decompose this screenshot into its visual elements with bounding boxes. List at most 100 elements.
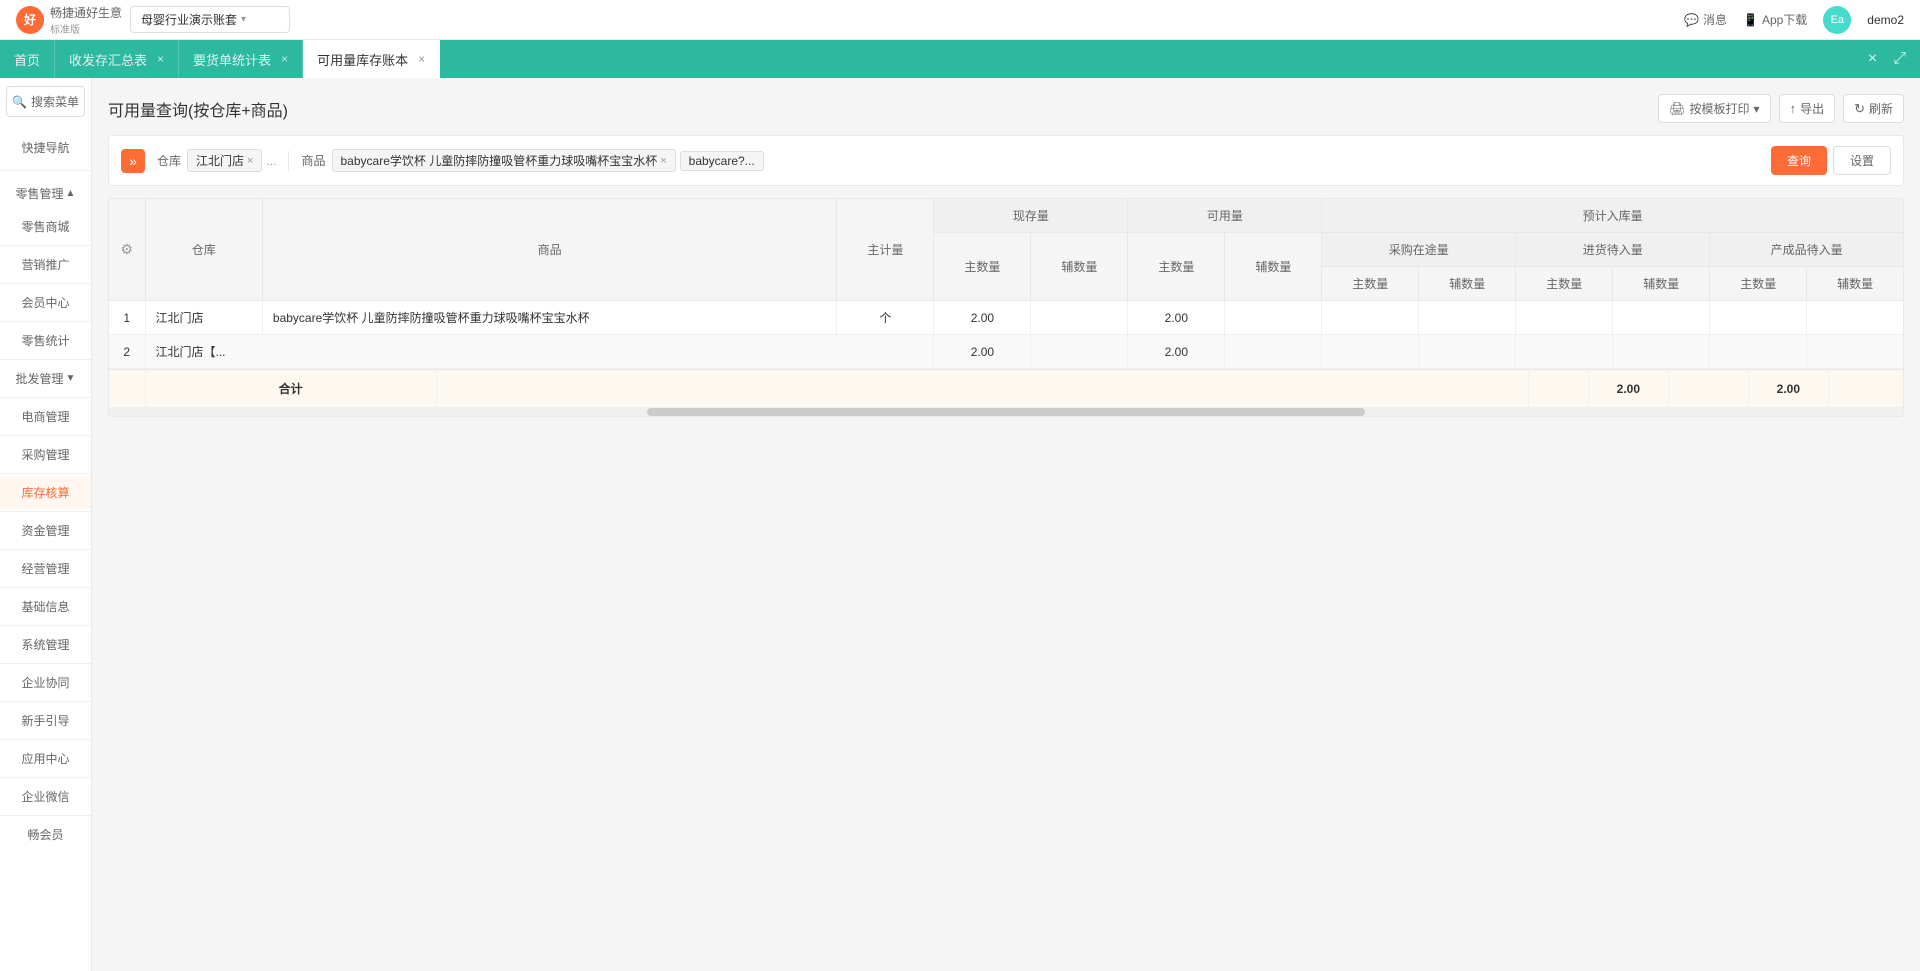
- receipts-tab-close[interactable]: ×: [157, 52, 164, 66]
- total-available-main: 2.00: [1748, 370, 1828, 408]
- row-warehouse: 江北门店: [145, 301, 262, 335]
- message-icon: 💬: [1684, 13, 1699, 27]
- product-filter-label: 商品: [301, 152, 325, 169]
- search-icon: 🔍: [12, 95, 27, 109]
- tab-expand-button[interactable]: ⤢: [1889, 46, 1910, 72]
- th-production-main: 主数量: [1710, 267, 1807, 301]
- sidebar-item-wholesale-mgmt[interactable]: 批发管理 ▼: [0, 362, 91, 395]
- sidebar-item-retail-stats[interactable]: 零售统计: [0, 324, 91, 357]
- tab-inventory[interactable]: 可用量库存账本 ×: [303, 40, 440, 78]
- username-label: demo2: [1867, 13, 1904, 27]
- sidebar-item-member[interactable]: 会员中心: [0, 286, 91, 319]
- settings-button[interactable]: 设置: [1833, 146, 1891, 175]
- table-container: ⚙ 仓库 商品 主计量 现存量 可用量 预计入库量 主数量: [108, 198, 1904, 417]
- subtotal-stock-main: 2.00: [934, 335, 1031, 369]
- page-container: 可用量查询(按仓库+商品) 🖨 按模板打印 ▾ ↑ 导出 ↻ 刷新: [92, 78, 1920, 433]
- sidebar-item-system[interactable]: 系统管理: [0, 628, 91, 661]
- print-button[interactable]: 🖨 按模板打印 ▾: [1658, 94, 1771, 123]
- store-name: 母婴行业演示账套: [141, 11, 237, 28]
- th-available-aux: 辅数量: [1225, 233, 1322, 301]
- th-available-group: 可用量: [1128, 199, 1322, 233]
- total-stock-aux: [1668, 370, 1748, 408]
- sidebar-item-basic-info[interactable]: 基础信息: [0, 590, 91, 623]
- inventory-table: ⚙ 仓库 商品 主计量 现存量 可用量 预计入库量 主数量: [109, 199, 1903, 369]
- tab-close-all-button[interactable]: ×: [1864, 46, 1881, 72]
- sidebar-item-enterprise[interactable]: 企业协同: [0, 666, 91, 699]
- bottom-scrollbar[interactable]: [109, 408, 1903, 416]
- store-selector[interactable]: 母婴行业演示账套 ▾: [130, 6, 290, 33]
- page-actions: 🖨 按模板打印 ▾ ↑ 导出 ↻ 刷新: [1658, 94, 1904, 123]
- product-filter-group: 商品 babycare学饮杯 儿童防摔防撞吸管杯重力球吸嘴杯宝宝水杯 × bab…: [301, 149, 763, 172]
- subtotal-purchase-aux: [1419, 335, 1516, 369]
- subtotal-arrival-aux: [1613, 335, 1710, 369]
- th-product: 商品: [262, 199, 836, 301]
- subtotal-row: 2 江北门店【... 2.00 2.00: [109, 335, 1903, 369]
- print-chevron-icon: ▾: [1754, 102, 1760, 116]
- th-purchase-aux: 辅数量: [1419, 267, 1516, 301]
- bottom-scrollbar-thumb: [647, 408, 1365, 416]
- logo-text: 畅捷通好生意 标准版: [50, 4, 122, 36]
- total-row: 合计 2.00 2.00: [109, 370, 1903, 408]
- tab-orders[interactable]: 要货单统计表 ×: [179, 40, 303, 78]
- product-tag-1-close[interactable]: ×: [660, 155, 666, 167]
- sidebar-item-retail-mall[interactable]: 零售商城: [0, 210, 91, 243]
- export-button[interactable]: ↑ 导出: [1779, 94, 1836, 123]
- sidebar-item-wechat[interactable]: 企业微信: [0, 780, 91, 813]
- product-tags: babycare学饮杯 儿童防摔防撞吸管杯重力球吸嘴杯宝宝水杯 × babyca…: [332, 149, 764, 172]
- th-unit: 主计量: [837, 199, 934, 301]
- subtotal-production-aux: [1807, 335, 1903, 369]
- row-seq: 1: [109, 301, 145, 335]
- search-menu-button[interactable]: 🔍 搜索菜单: [6, 86, 85, 117]
- th-settings: ⚙: [109, 199, 145, 301]
- sidebar-item-quicknav[interactable]: 快捷导航: [0, 131, 91, 164]
- content-area: 可用量查询(按仓库+商品) 🖨 按模板打印 ▾ ↑ 导出 ↻ 刷新: [92, 78, 1920, 971]
- sidebar-quick-nav: 快捷导航: [0, 125, 91, 171]
- sidebar: 🔍 搜索菜单 快捷导航 零售管理 ▲ 零售商城 营销推广 会员中心: [0, 78, 92, 971]
- filter-divider-1: [288, 151, 289, 171]
- sidebar-item-ecommerce[interactable]: 电商管理: [0, 400, 91, 433]
- tab-receipts[interactable]: 收发存汇总表 ×: [55, 40, 179, 78]
- sidebar-item-retail-mgmt[interactable]: 零售管理 ▲: [0, 177, 91, 210]
- th-arrival-main: 主数量: [1516, 267, 1613, 301]
- orders-tab-close[interactable]: ×: [281, 52, 288, 66]
- sidebar-item-purchase[interactable]: 采购管理: [0, 438, 91, 471]
- row-available-aux: [1225, 301, 1322, 335]
- inventory-tab-close[interactable]: ×: [418, 52, 425, 66]
- refresh-button[interactable]: ↻ 刷新: [1843, 94, 1904, 123]
- th-arrival-group: 进货待入量: [1516, 233, 1710, 267]
- sidebar-item-vip[interactable]: 畅会员: [0, 818, 91, 851]
- table-row: 1 江北门店 babycare学饮杯 儿童防摔防撞吸管杯重力球吸嘴杯宝宝水杯 个…: [109, 301, 1903, 335]
- warehouse-more[interactable]: ...: [266, 154, 276, 168]
- th-stock-main: 主数量: [934, 233, 1031, 301]
- warehouse-tag-close[interactable]: ×: [247, 155, 253, 167]
- sidebar-item-inventory-check[interactable]: 库存核算: [0, 476, 91, 509]
- th-warehouse: 仓库: [145, 199, 262, 301]
- app-download-button[interactable]: 📱 App下载: [1743, 11, 1807, 28]
- table-settings-icon[interactable]: ⚙: [120, 241, 133, 257]
- chevron-down-icon: ▼: [66, 373, 76, 384]
- home-tab-label: 首页: [14, 50, 40, 69]
- sidebar-item-app-center[interactable]: 应用中心: [0, 742, 91, 775]
- th-stock-aux: 辅数量: [1031, 233, 1128, 301]
- chevron-down-icon: ▾: [241, 14, 246, 25]
- sidebar-item-marketing[interactable]: 营销推广: [0, 248, 91, 281]
- filter-expand-button[interactable]: »: [121, 149, 145, 173]
- sidebar-item-operations[interactable]: 经营管理: [0, 552, 91, 585]
- total-rest: [1828, 370, 1903, 408]
- warehouse-tag: 江北门店 ×: [187, 149, 262, 172]
- subtotal-warehouse: 江北门店【...: [145, 335, 934, 369]
- sidebar-item-newbie[interactable]: 新手引导: [0, 704, 91, 737]
- tab-home[interactable]: 首页: [0, 40, 55, 78]
- query-button[interactable]: 查询: [1771, 146, 1827, 175]
- row-purchase-aux: [1419, 301, 1516, 335]
- download-icon: 📱: [1743, 13, 1758, 27]
- avatar: Ea: [1823, 6, 1851, 34]
- orders-tab-label: 要货单统计表: [193, 50, 271, 69]
- sidebar-search-area: 🔍 搜索菜单: [0, 78, 91, 125]
- th-arrival-aux: 辅数量: [1613, 267, 1710, 301]
- refresh-icon: ↻: [1854, 101, 1865, 117]
- message-button[interactable]: 💬 消息: [1684, 11, 1727, 28]
- sidebar-item-finance[interactable]: 资金管理: [0, 514, 91, 547]
- logo-area: 好 畅捷通好生意 标准版: [16, 4, 122, 36]
- table-wrap: ⚙ 仓库 商品 主计量 现存量 可用量 预计入库量 主数量: [109, 199, 1903, 369]
